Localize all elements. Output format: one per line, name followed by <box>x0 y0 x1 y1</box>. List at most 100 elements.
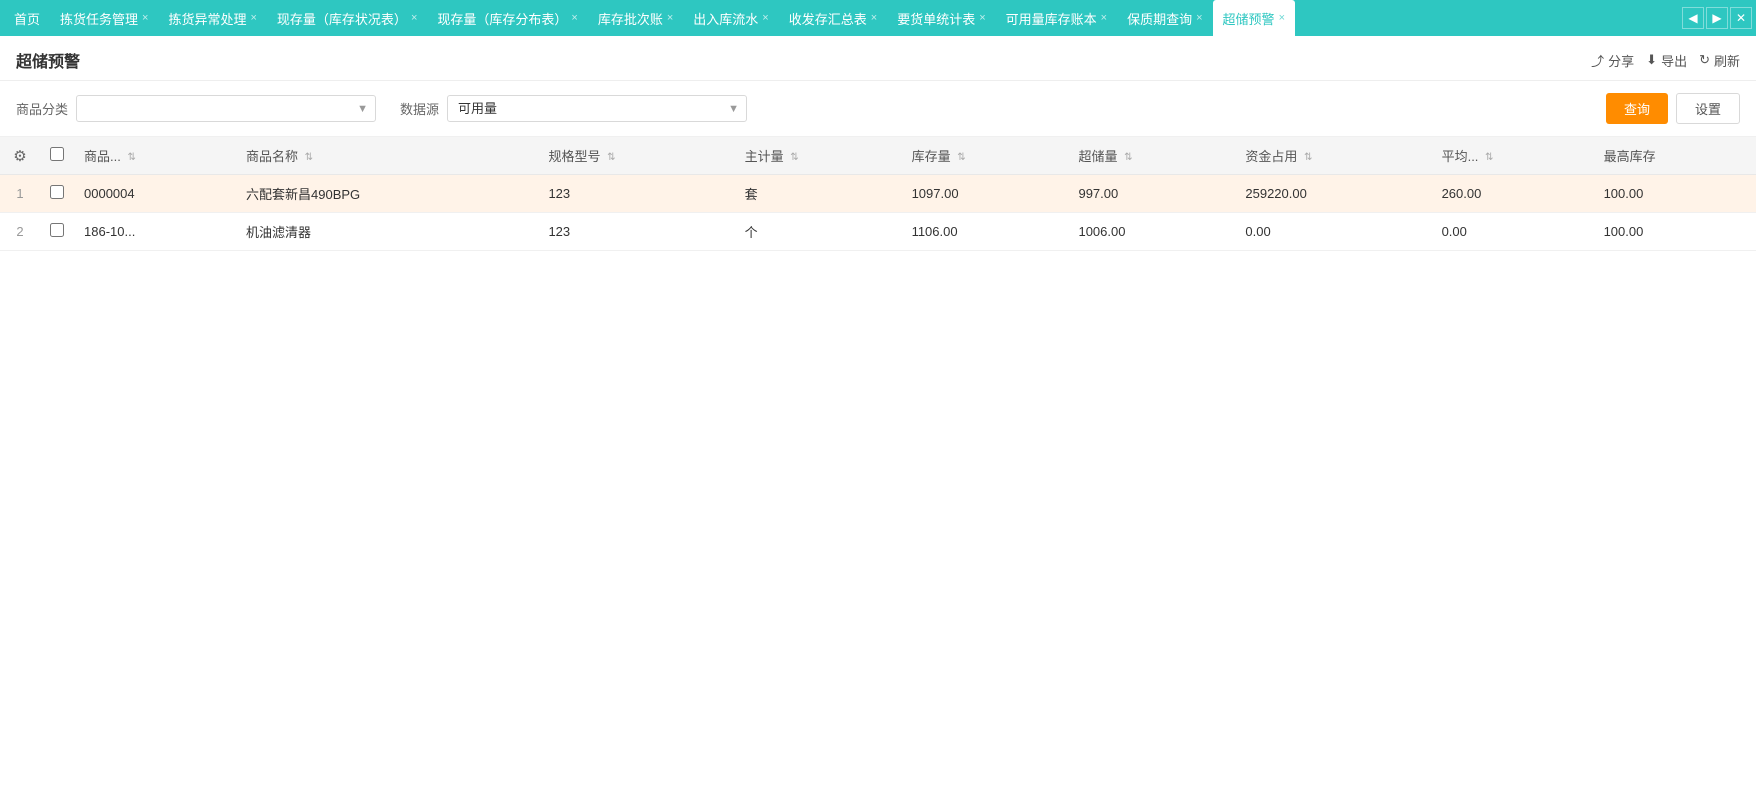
nav-home[interactable]: 首页 <box>4 0 50 36</box>
row-checkbox-cell <box>40 213 74 251</box>
close-overstock-icon[interactable]: × <box>1279 12 1285 24</box>
col-gear: ⚙ <box>0 137 40 175</box>
cell-overstock: 997.00 <box>1068 175 1235 213</box>
col-unit[interactable]: 主计量 ⇅ <box>735 137 902 175</box>
cell-capital: 0.00 <box>1235 213 1431 251</box>
header-actions: ⤴ 分享 ⬇ 导出 ↻ 刷新 <box>1591 51 1740 70</box>
row-num: 1 <box>0 175 40 213</box>
cell-overstock: 1006.00 <box>1068 213 1235 251</box>
cell-max-stock: 100.00 <box>1594 213 1756 251</box>
page-content: 超储预警 ⤴ 分享 ⬇ 导出 ↻ 刷新 商品分类 ▼ <box>0 36 1756 800</box>
share-button[interactable]: ⤴ 分享 <box>1591 51 1634 70</box>
export-button[interactable]: ⬇ 导出 <box>1646 51 1687 70</box>
category-select-wrap: ▼ <box>76 95 376 122</box>
cell-id: 0000004 <box>74 175 236 213</box>
nav-exception[interactable]: 拣货异常处理 × <box>158 0 266 36</box>
row-checkbox-cell <box>40 175 74 213</box>
filter-actions: 查询 设置 <box>1606 93 1740 124</box>
row-checkbox[interactable] <box>50 223 64 237</box>
col-max-stock[interactable]: 最高库存 <box>1594 137 1756 175</box>
sort-avg-icon: ⇅ <box>1485 152 1493 163</box>
nav-stock-status[interactable]: 现存量（库存状况表） × <box>267 0 427 36</box>
sort-unit-icon: ⇅ <box>790 152 798 163</box>
nav-summary[interactable]: 收发存汇总表 × <box>779 0 887 36</box>
cell-max-stock: 100.00 <box>1594 175 1756 213</box>
col-avg[interactable]: 平均... ⇅ <box>1432 137 1594 175</box>
col-name[interactable]: 商品名称 ⇅ <box>236 137 538 175</box>
filter-category-group: 商品分类 ▼ <box>16 95 376 122</box>
top-navigation: 首页 拣货任务管理 × 拣货异常处理 × 现存量（库存状况表） × 现存量（库存… <box>0 0 1756 36</box>
col-checkbox <box>40 137 74 175</box>
sort-id-icon: ⇅ <box>127 152 135 163</box>
filter-bar: 商品分类 ▼ 数据源 可用量 库存量 ▼ 查询 设置 <box>0 81 1756 137</box>
cell-capital: 259220.00 <box>1235 175 1431 213</box>
row-checkbox[interactable] <box>50 185 64 199</box>
close-exception-icon[interactable]: × <box>250 12 256 24</box>
close-shelf-life-icon[interactable]: × <box>1196 12 1202 24</box>
sort-overstock-icon: ⇅ <box>1124 152 1132 163</box>
sort-name-icon: ⇅ <box>305 152 313 163</box>
nav-batch[interactable]: 库存批次账 × <box>588 0 683 36</box>
select-all-checkbox[interactable] <box>50 147 64 161</box>
nav-arrow-left[interactable]: ◀ <box>1682 7 1704 29</box>
refresh-icon: ↻ <box>1699 52 1710 68</box>
col-capital[interactable]: 资金占用 ⇅ <box>1235 137 1431 175</box>
page-title: 超储预警 <box>16 48 80 72</box>
nav-task-mgmt[interactable]: 拣货任务管理 × <box>50 0 158 36</box>
cell-spec: 123 <box>538 213 734 251</box>
cell-unit: 个 <box>735 213 902 251</box>
cell-avg: 0.00 <box>1432 213 1594 251</box>
table-header-row: ⚙ 商品... ⇅ 商品名称 ⇅ 规格型号 ⇅ <box>0 137 1756 175</box>
filter-datasource-group: 数据源 可用量 库存量 ▼ <box>400 95 747 122</box>
table-wrap: ⚙ 商品... ⇅ 商品名称 ⇅ 规格型号 ⇅ <box>0 137 1756 251</box>
sort-spec-icon: ⇅ <box>607 152 615 163</box>
refresh-button[interactable]: ↻ 刷新 <box>1699 51 1740 70</box>
settings-button[interactable]: 设置 <box>1676 93 1740 124</box>
col-spec[interactable]: 规格型号 ⇅ <box>538 137 734 175</box>
page-header: 超储预警 ⤴ 分享 ⬇ 导出 ↻ 刷新 <box>0 36 1756 81</box>
nav-flow[interactable]: 出入库流水 × <box>683 0 778 36</box>
close-stock-status-icon[interactable]: × <box>411 12 417 24</box>
datasource-select-wrap: 可用量 库存量 ▼ <box>447 95 747 122</box>
nav-order-stats[interactable]: 要货单统计表 × <box>887 0 995 36</box>
query-button[interactable]: 查询 <box>1606 93 1668 124</box>
col-id[interactable]: 商品... ⇅ <box>74 137 236 175</box>
share-icon: ⤴ <box>1591 51 1604 70</box>
export-icon: ⬇ <box>1646 52 1657 68</box>
datasource-select[interactable]: 可用量 库存量 <box>447 95 747 122</box>
data-table: ⚙ 商品... ⇅ 商品名称 ⇅ 规格型号 ⇅ <box>0 137 1756 251</box>
table-body: 1 0000004 六配套新昌490BPG 123 套 1097.00 997.… <box>0 175 1756 251</box>
nav-arrows: ◀ ▶ ✕ <box>1682 7 1752 29</box>
nav-arrow-right[interactable]: ▶ <box>1706 7 1728 29</box>
sort-stock-icon: ⇅ <box>957 152 965 163</box>
table-row: 1 0000004 六配套新昌490BPG 123 套 1097.00 997.… <box>0 175 1756 213</box>
cell-id: 186-10... <box>74 213 236 251</box>
cell-stock: 1097.00 <box>902 175 1069 213</box>
col-overstock[interactable]: 超储量 ⇅ <box>1068 137 1235 175</box>
close-stock-dist-icon[interactable]: × <box>571 12 577 24</box>
cell-avg: 260.00 <box>1432 175 1594 213</box>
close-flow-icon[interactable]: × <box>762 12 768 24</box>
gear-icon[interactable]: ⚙ <box>13 148 26 165</box>
nav-shelf-life[interactable]: 保质期查询 × <box>1117 0 1212 36</box>
nav-stock-dist[interactable]: 现存量（库存分布表） × <box>427 0 587 36</box>
category-label: 商品分类 <box>16 99 68 118</box>
col-stock[interactable]: 库存量 ⇅ <box>902 137 1069 175</box>
row-num: 2 <box>0 213 40 251</box>
close-order-stats-icon[interactable]: × <box>979 12 985 24</box>
close-task-mgmt-icon[interactable]: × <box>142 12 148 24</box>
nav-overstock[interactable]: 超储预警 × <box>1213 0 1295 36</box>
close-batch-icon[interactable]: × <box>667 12 673 24</box>
sort-capital-icon: ⇅ <box>1304 152 1312 163</box>
table-row: 2 186-10... 机油滤清器 123 个 1106.00 1006.00 … <box>0 213 1756 251</box>
nav-arrow-close[interactable]: ✕ <box>1730 7 1752 29</box>
close-summary-icon[interactable]: × <box>871 12 877 24</box>
nav-available[interactable]: 可用量库存账本 × <box>996 0 1117 36</box>
cell-name: 机油滤清器 <box>236 213 538 251</box>
cell-name: 六配套新昌490BPG <box>236 175 538 213</box>
category-select[interactable] <box>76 95 376 122</box>
close-available-icon[interactable]: × <box>1101 12 1107 24</box>
cell-stock: 1106.00 <box>902 213 1069 251</box>
cell-unit: 套 <box>735 175 902 213</box>
cell-spec: 123 <box>538 175 734 213</box>
